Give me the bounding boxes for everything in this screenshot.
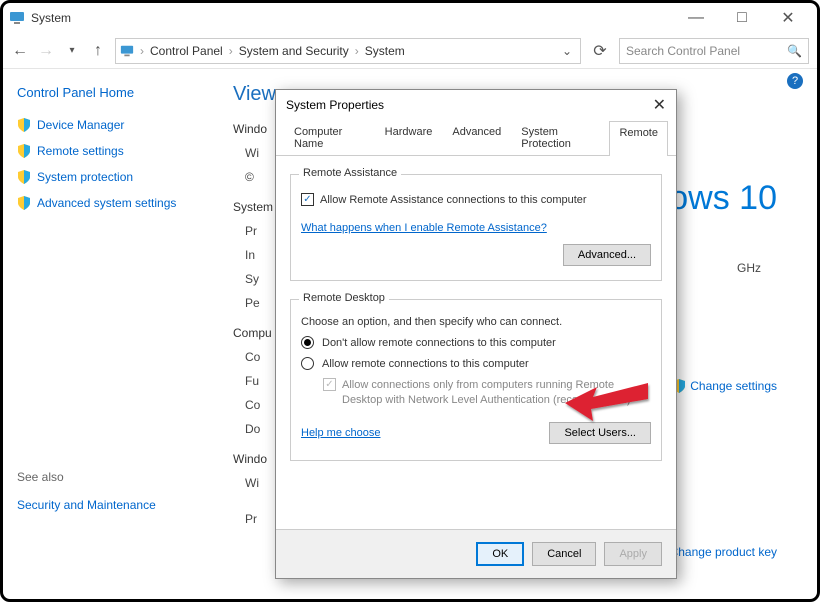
group-label: Remote Desktop bbox=[299, 292, 389, 304]
close-button[interactable]: ✕ bbox=[765, 3, 811, 33]
tab-computer-name[interactable]: Computer Name bbox=[284, 120, 375, 155]
ok-button[interactable]: OK bbox=[476, 542, 524, 566]
select-users-button[interactable]: Select Users... bbox=[549, 422, 651, 444]
change-settings-link[interactable]: Change settings bbox=[672, 379, 777, 393]
group-label: Remote Assistance bbox=[299, 167, 401, 179]
tab-remote[interactable]: Remote bbox=[609, 121, 668, 156]
remote-desktop-group: Remote Desktop Choose an option, and the… bbox=[290, 299, 662, 461]
ghz-label: GHz bbox=[737, 261, 761, 275]
allow-remote-assistance-checkbox[interactable]: ✓ Allow Remote Assistance connections to… bbox=[301, 193, 651, 206]
maximize-button[interactable]: □ bbox=[719, 3, 765, 33]
back-button[interactable]: ← bbox=[11, 42, 29, 60]
breadcrumb[interactable]: › Control Panel › System and Security › … bbox=[115, 38, 581, 64]
dialog-titlebar: System Properties ✕ bbox=[276, 90, 676, 120]
window-title: System bbox=[31, 11, 71, 25]
dialog-tabs: Computer Name Hardware Advanced System P… bbox=[276, 120, 676, 156]
checkbox-icon: ✓ bbox=[301, 193, 314, 206]
breadcrumb-item[interactable]: System and Security bbox=[239, 44, 349, 58]
remote-assistance-group: Remote Assistance ✓ Allow Remote Assista… bbox=[290, 174, 662, 281]
radio-icon bbox=[301, 357, 314, 370]
sidebar: Control Panel Home Device Manager Remote… bbox=[3, 69, 213, 599]
tab-hardware[interactable]: Hardware bbox=[375, 120, 443, 155]
rd-option-allow[interactable]: Allow remote connections to this compute… bbox=[301, 357, 651, 370]
shield-icon bbox=[17, 144, 31, 158]
shield-icon bbox=[17, 170, 31, 184]
system-properties-dialog: System Properties ✕ Computer Name Hardwa… bbox=[275, 89, 677, 579]
breadcrumb-item[interactable]: System bbox=[365, 44, 405, 58]
sidebar-link-device-manager[interactable]: Device Manager bbox=[17, 118, 199, 132]
chevron-right-icon: › bbox=[140, 44, 144, 58]
rd-nla-checkbox: ✓ Allow connections only from computers … bbox=[323, 378, 651, 408]
recent-dropdown[interactable]: ▾ bbox=[63, 45, 81, 56]
dialog-body: Remote Assistance ✓ Allow Remote Assista… bbox=[276, 156, 676, 471]
search-placeholder: Search Control Panel bbox=[626, 44, 740, 58]
breadcrumb-item[interactable]: Control Panel bbox=[150, 44, 223, 58]
sidebar-link-remote-settings[interactable]: Remote settings bbox=[17, 144, 199, 158]
dialog-close-button[interactable]: ✕ bbox=[653, 95, 666, 115]
see-also-header: See also bbox=[17, 470, 199, 484]
cancel-button[interactable]: Cancel bbox=[532, 542, 596, 566]
rd-help-link[interactable]: Help me choose bbox=[301, 427, 381, 439]
tab-system-protection[interactable]: System Protection bbox=[511, 120, 609, 155]
rd-prompt: Choose an option, and then specify who c… bbox=[301, 316, 651, 328]
toolbar: ← → ▾ ↑ › Control Panel › System and Sec… bbox=[3, 33, 817, 69]
sidebar-link-advanced-settings[interactable]: Advanced system settings bbox=[17, 196, 199, 210]
dialog-title: System Properties bbox=[286, 98, 384, 112]
help-icon[interactable]: ? bbox=[787, 73, 803, 89]
shield-icon bbox=[17, 196, 31, 210]
security-maintenance-link[interactable]: Security and Maintenance bbox=[17, 498, 199, 512]
chevron-right-icon: › bbox=[355, 44, 359, 58]
sidebar-link-system-protection[interactable]: System protection bbox=[17, 170, 199, 184]
system-icon bbox=[9, 10, 25, 26]
tab-advanced[interactable]: Advanced bbox=[442, 120, 511, 155]
remote-assistance-advanced-button[interactable]: Advanced... bbox=[563, 244, 651, 266]
titlebar: System — □ ✕ bbox=[3, 3, 817, 33]
minimize-button[interactable]: — bbox=[673, 3, 719, 33]
chevron-right-icon: › bbox=[229, 44, 233, 58]
control-panel-home-link[interactable]: Control Panel Home bbox=[17, 85, 199, 100]
up-button[interactable]: ↑ bbox=[89, 42, 107, 60]
breadcrumb-dropdown[interactable]: ⌄ bbox=[562, 44, 572, 58]
refresh-button[interactable]: ⟳ bbox=[589, 41, 611, 61]
radio-icon bbox=[301, 336, 314, 349]
search-input[interactable]: Search Control Panel 🔍 bbox=[619, 38, 809, 64]
remote-assistance-help-link[interactable]: What happens when I enable Remote Assist… bbox=[301, 222, 547, 234]
search-icon: 🔍 bbox=[787, 44, 802, 58]
apply-button[interactable]: Apply bbox=[604, 542, 662, 566]
forward-button[interactable]: → bbox=[37, 42, 55, 60]
rd-option-dont-allow[interactable]: Don't allow remote connections to this c… bbox=[301, 336, 651, 349]
computer-icon bbox=[120, 44, 134, 58]
dialog-button-row: OK Cancel Apply bbox=[276, 529, 676, 578]
checkbox-icon: ✓ bbox=[323, 378, 336, 391]
shield-icon bbox=[17, 118, 31, 132]
